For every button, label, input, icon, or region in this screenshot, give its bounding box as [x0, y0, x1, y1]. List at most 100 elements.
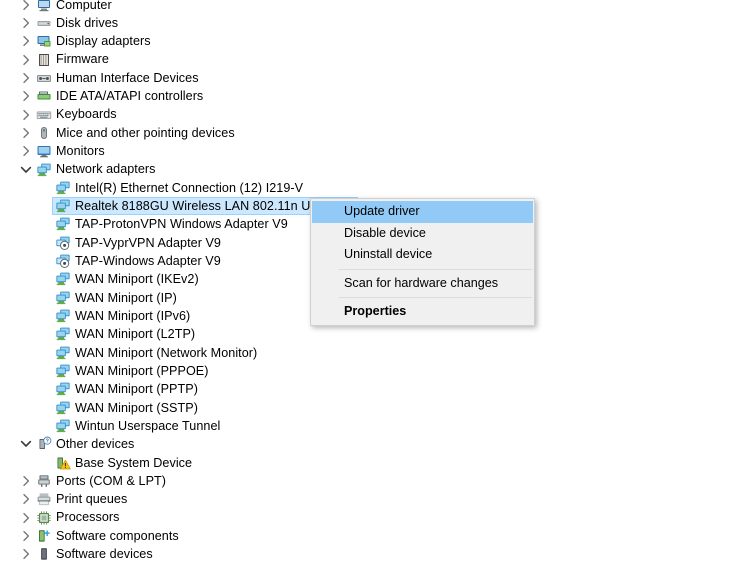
network-adapter-icon	[55, 180, 71, 196]
menu-item[interactable]: Update driver	[312, 201, 533, 223]
tree-item-label: Disk drives	[56, 15, 119, 30]
tree-item-label: Display adapters	[56, 34, 151, 49]
svg-text:?: ?	[46, 439, 49, 445]
network-adapter-icon	[55, 271, 71, 287]
context-menu[interactable]: Update driver Disable device Uninstall dev…	[310, 198, 535, 326]
tree-item-label: Mice and other pointing devices	[56, 125, 235, 140]
display-adapter-icon	[36, 33, 52, 49]
tree-category-row[interactable]: Monitors	[0, 142, 750, 160]
tree-item-label: WAN Miniport (IPv6)	[75, 308, 191, 323]
tree-category-row[interactable]: Keyboards	[0, 105, 750, 123]
tree-item-label: Human Interface Devices	[56, 70, 199, 85]
tree-category-row[interactable]: ? Other devices	[0, 435, 750, 453]
tree-item-label: WAN Miniport (IP)	[75, 290, 177, 305]
chevron-right-icon[interactable]	[18, 70, 34, 86]
computer-icon	[36, 0, 52, 13]
tree-device-row[interactable]: Base System Device	[0, 454, 750, 472]
tree-device-row[interactable]: Intel(R) Ethernet Connection (12) I219-V	[0, 179, 750, 197]
tree-category-row[interactable]: Display adapters	[0, 32, 750, 50]
chevron-right-icon[interactable]	[18, 88, 34, 104]
tree-item-label: Keyboards	[56, 107, 117, 122]
warning-device-icon	[55, 455, 71, 471]
virtual-adapter-icon	[55, 253, 71, 269]
chevron-down-icon[interactable]	[18, 162, 34, 178]
chevron-right-icon[interactable]	[18, 125, 34, 141]
tree-device-row[interactable]: WAN Miniport (SSTP)	[0, 399, 750, 417]
tree-device-row[interactable]: WAN Miniport (PPTP)	[0, 380, 750, 398]
tree-category-row[interactable]: Network adapters	[0, 160, 750, 178]
chevron-right-icon[interactable]	[18, 510, 34, 526]
chevron-right-icon[interactable]	[18, 546, 34, 562]
tree-item-label: Software devices	[56, 547, 153, 562]
tree-item-label: Software components	[56, 528, 179, 543]
firmware-icon	[36, 52, 52, 68]
tree-item-label: WAN Miniport (PPTP)	[75, 382, 198, 397]
network-adapter-icon	[55, 418, 71, 434]
network-adapter-icon	[55, 345, 71, 361]
tree-device-row[interactable]: WAN Miniport (L2TP)	[0, 325, 750, 343]
chevron-right-icon[interactable]	[18, 473, 34, 489]
tree-item-label: WAN Miniport (SSTP)	[75, 400, 198, 415]
network-adapter-icon	[55, 308, 71, 324]
network-adapter-icon	[55, 363, 71, 379]
network-adapter-icon	[55, 216, 71, 232]
network-adapter-icon	[36, 162, 52, 178]
keyboard-icon	[36, 107, 52, 123]
chevron-right-icon[interactable]	[18, 107, 34, 123]
tree-category-row[interactable]: IDE ATA/ATAPI controllers	[0, 87, 750, 105]
disk-drive-icon	[36, 15, 52, 31]
tree-device-row[interactable]: WAN Miniport (PPPOE)	[0, 362, 750, 380]
chevron-right-icon[interactable]	[18, 491, 34, 507]
tree-item-label: WAN Miniport (Network Monitor)	[75, 345, 258, 360]
menu-item[interactable]: Disable device	[311, 223, 534, 245]
menu-item[interactable]: Properties	[311, 301, 534, 323]
tree-category-row[interactable]: Processors	[0, 508, 750, 526]
tree-item-label: WAN Miniport (PPPOE)	[75, 363, 209, 378]
network-adapter-icon	[55, 290, 71, 306]
tree-category-row[interactable]: Ports (COM & LPT)	[0, 472, 750, 490]
processor-icon	[36, 510, 52, 526]
tree-item-label: Intel(R) Ethernet Connection (12) I219-V	[75, 180, 304, 195]
chevron-right-icon[interactable]	[18, 528, 34, 544]
tree-category-row[interactable]: Firmware	[0, 50, 750, 68]
tree-device-row[interactable]: WAN Miniport (Network Monitor)	[0, 344, 750, 362]
tree-item-label: Ports (COM & LPT)	[56, 473, 167, 488]
tree-device-row[interactable]: Wintun Userspace Tunnel	[0, 417, 750, 435]
software-device-icon	[36, 546, 52, 562]
tree-item-label: Monitors	[56, 144, 105, 159]
tree-category-row[interactable]: Human Interface Devices	[0, 69, 750, 87]
monitor-icon	[36, 143, 52, 159]
tree-category-row[interactable]: Software components	[0, 527, 750, 545]
network-adapter-icon	[55, 400, 71, 416]
chevron-right-icon[interactable]	[18, 15, 34, 31]
network-adapter-icon	[55, 326, 71, 342]
tree-item-label: Print queues	[56, 492, 128, 507]
virtual-adapter-icon	[55, 235, 71, 251]
tree-item-label: Base System Device	[75, 455, 193, 470]
tree-item-label: Processors	[56, 510, 120, 525]
tree-item-label: Network adapters	[56, 162, 156, 177]
tree-item-label: IDE ATA/ATAPI controllers	[56, 89, 204, 104]
tree-category-row[interactable]: Software devices	[0, 545, 750, 563]
menu-item[interactable]: Scan for hardware changes	[311, 273, 534, 295]
menu-separator	[339, 268, 532, 270]
chevron-right-icon[interactable]	[18, 143, 34, 159]
chevron-right-icon[interactable]	[18, 33, 34, 49]
mouse-icon	[36, 125, 52, 141]
chevron-down-icon[interactable]	[18, 436, 34, 452]
menu-item[interactable]: Uninstall device	[311, 244, 534, 266]
software-component-icon	[36, 528, 52, 544]
chevron-right-icon[interactable]	[18, 52, 34, 68]
network-adapter-icon	[55, 381, 71, 397]
tree-item-label: Firmware	[56, 52, 109, 67]
network-adapter-icon	[55, 198, 71, 214]
tree-category-row[interactable]: Print queues	[0, 490, 750, 508]
printer-icon	[36, 491, 52, 507]
tree-category-row[interactable]: Disk drives	[0, 14, 750, 32]
tree-category-row[interactable]: Computer	[0, 0, 750, 14]
ide-controller-icon	[36, 88, 52, 104]
tree-category-row[interactable]: Mice and other pointing devices	[0, 124, 750, 142]
chevron-right-icon[interactable]	[18, 0, 34, 13]
tree-item-label: Computer	[56, 0, 112, 12]
port-icon	[36, 473, 52, 489]
